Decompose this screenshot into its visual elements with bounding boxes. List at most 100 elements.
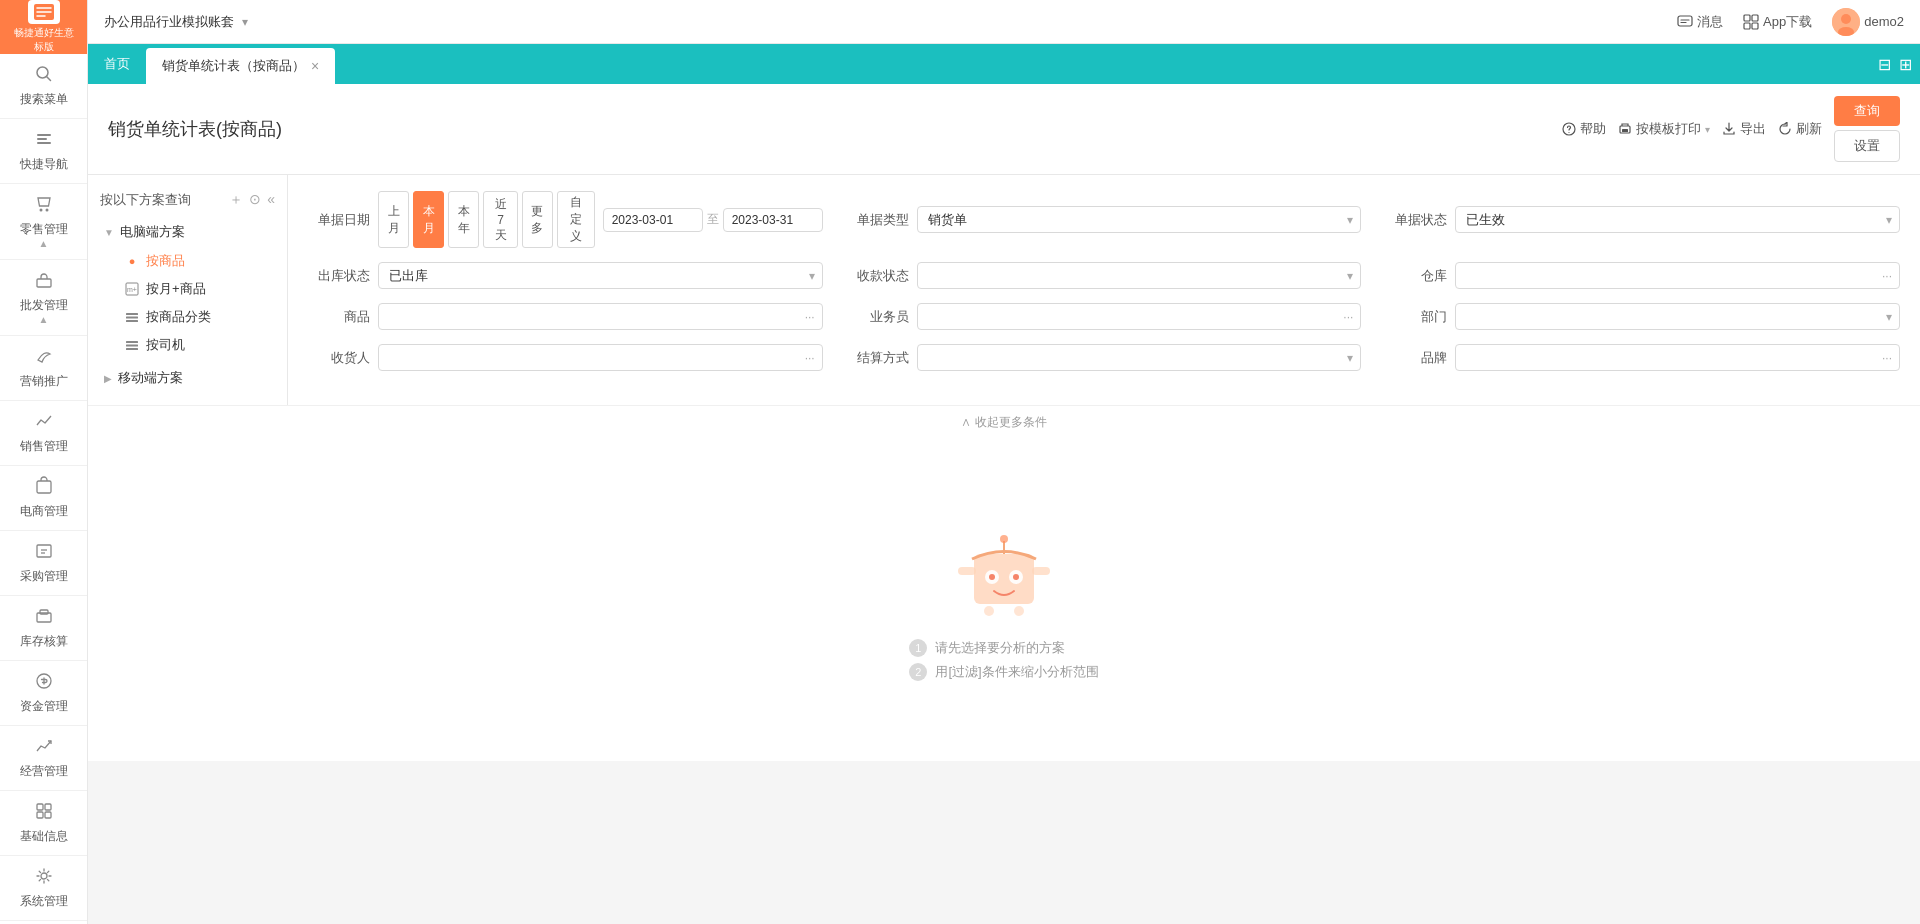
warehouse-dots-icon[interactable]: ··· — [1882, 269, 1892, 283]
svg-line-2 — [46, 77, 50, 81]
add-scheme-icon[interactable]: ＋ — [229, 191, 243, 209]
brand-dots-icon[interactable]: ··· — [1882, 351, 1892, 365]
doc-type-select[interactable]: 销货单 — [917, 206, 1362, 233]
app-logo[interactable]: 畅捷通好生意 标版 — [0, 0, 88, 54]
date-tag-this-year[interactable]: 本年 — [448, 191, 479, 248]
sidebar-item-wholesale[interactable]: 批发管理 ▲ — [0, 260, 88, 336]
tabbar: 首页 销货单统计表（按商品） × ⊟ ⊞ — [88, 44, 1920, 84]
payment-status-input[interactable] — [917, 262, 1362, 289]
receiver-input[interactable] — [378, 344, 823, 371]
export-btn[interactable]: 导出 — [1722, 120, 1766, 138]
salesperson-dots-icon[interactable]: ··· — [1343, 310, 1353, 324]
sidebar-item-purchase[interactable]: 采购管理 — [0, 531, 88, 596]
tab-home-label: 首页 — [104, 55, 130, 73]
date-range: 至 — [603, 208, 823, 232]
tree-item-by-category[interactable]: 按商品分类 — [116, 303, 287, 331]
scheme-collapse-icon[interactable]: « — [267, 191, 275, 209]
tab-minimize-icon[interactable]: ⊟ — [1878, 55, 1891, 74]
tab-close-icon[interactable]: × — [311, 58, 319, 74]
app-download-btn[interactable]: App下载 — [1743, 13, 1812, 31]
by-category-label: 按商品分类 — [146, 308, 211, 326]
sidebar-expand-arrow: ▲ — [39, 238, 49, 249]
date-tag-more[interactable]: 更多 — [522, 191, 553, 248]
date-from-input[interactable] — [603, 208, 703, 232]
date-tag-custom[interactable]: 自定义 — [557, 191, 595, 248]
print-icon — [1618, 122, 1632, 136]
svg-rect-16 — [37, 804, 43, 810]
svg-point-20 — [41, 873, 47, 879]
svg-rect-17 — [45, 804, 51, 810]
sidebar-item-operation[interactable]: 经营管理 — [0, 726, 88, 791]
message-icon — [1677, 14, 1693, 30]
sidebar-item-nav[interactable]: 快捷导航 — [0, 119, 88, 184]
sidebar-item-search[interactable]: 搜索菜单 — [0, 54, 88, 119]
goods-dots-icon[interactable]: ··· — [805, 310, 815, 324]
sidebar-item-finance[interactable]: 资金管理 — [0, 661, 88, 726]
sidebar-item-base[interactable]: 基础信息 — [0, 791, 88, 856]
app-subtitle: 标版 — [34, 40, 54, 54]
tree-mobile-section[interactable]: ▶ 移动端方案 — [88, 363, 287, 393]
date-tag-this-month[interactable]: 本月 — [413, 191, 444, 248]
svg-rect-49 — [126, 313, 138, 315]
svg-rect-37 — [1752, 15, 1758, 21]
by-driver-label: 按司机 — [146, 336, 185, 354]
sidebar-item-inventory[interactable]: 库存核算 — [0, 596, 88, 661]
filter-date: 单据日期 上月 本月 本年 近7天 更多 自定义 — [308, 191, 823, 248]
sidebar-item-system[interactable]: 系统管理 — [0, 856, 88, 921]
industry-dropdown-icon[interactable]: ▾ — [242, 15, 248, 29]
date-tag-7days[interactable]: 近7天 — [483, 191, 518, 248]
svg-rect-18 — [37, 812, 43, 818]
sales-icon — [34, 411, 54, 438]
date-tag-last-month[interactable]: 上月 — [378, 191, 409, 248]
tree-item-by-goods[interactable]: ● 按商品 — [116, 247, 287, 275]
out-status-label: 出库状态 — [308, 267, 378, 285]
svg-rect-38 — [1744, 23, 1750, 29]
doc-status-label: 单据状态 — [1385, 211, 1455, 229]
sidebar-label-retail: 零售管理 — [20, 221, 68, 238]
print-btn[interactable]: 按模板打印 ▾ — [1618, 120, 1710, 138]
message-btn[interactable]: 消息 — [1677, 13, 1723, 31]
svg-rect-4 — [37, 138, 47, 140]
warehouse-input[interactable] — [1455, 262, 1900, 289]
brand-input[interactable] — [1455, 344, 1900, 371]
query-button[interactable]: 查询 — [1834, 96, 1900, 126]
help-btn[interactable]: 帮助 — [1562, 120, 1606, 138]
sidebar-item-retail[interactable]: 零售管理 ▲ — [0, 184, 88, 260]
doc-status-control: 已生效 ▾ — [1455, 206, 1900, 233]
refresh-btn[interactable]: 刷新 — [1778, 120, 1822, 138]
tab-active[interactable]: 销货单统计表（按商品） × — [146, 48, 335, 84]
print-dropdown-icon[interactable]: ▾ — [1705, 124, 1710, 135]
settlement-input[interactable] — [917, 344, 1362, 371]
svg-rect-8 — [37, 279, 51, 287]
doc-status-select[interactable]: 已生效 — [1455, 206, 1900, 233]
tab-home[interactable]: 首页 — [88, 44, 146, 84]
receiver-dots-icon[interactable]: ··· — [805, 351, 815, 365]
goods-input[interactable] — [378, 303, 823, 330]
tree-item-by-driver[interactable]: 按司机 — [116, 331, 287, 359]
out-status-control: 已出库 ▾ — [378, 262, 823, 289]
tree-item-by-month-goods[interactable]: m+ 按月+商品 — [116, 275, 287, 303]
sidebar-item-ecommerce[interactable]: 电商管理 — [0, 466, 88, 531]
sidebar-item-sales[interactable]: 销售管理 — [0, 401, 88, 466]
tree-desktop-label: 电脑端方案 — [120, 223, 185, 241]
scheme-setting-icon[interactable]: ⊙ — [249, 191, 261, 209]
by-driver-icon — [124, 337, 140, 353]
svg-point-58 — [989, 574, 995, 580]
salesperson-input[interactable] — [917, 303, 1362, 330]
date-to-input[interactable] — [723, 208, 823, 232]
svg-rect-3 — [37, 134, 51, 136]
by-month-goods-icon: m+ — [124, 281, 140, 297]
sidebar-item-marketing[interactable]: 营销推广 — [0, 336, 88, 401]
tab-expand-icon[interactable]: ⊞ — [1899, 55, 1912, 74]
collapse-bar[interactable]: ∧ 收起更多条件 — [88, 405, 1920, 439]
message-label: 消息 — [1697, 13, 1723, 31]
tree-expand-arrow: ▼ — [104, 227, 114, 238]
dept-input[interactable] — [1455, 303, 1900, 330]
user-profile[interactable]: demo2 — [1832, 8, 1904, 36]
tree-mobile-label: 移动端方案 — [118, 369, 183, 387]
left-panel: 按以下方案查询 ＋ ⊙ « ▼ 电脑端方案 ● — [88, 175, 288, 405]
setting-button[interactable]: 设置 — [1834, 130, 1900, 162]
svg-point-65 — [1014, 606, 1024, 616]
out-status-select[interactable]: 已出库 — [378, 262, 823, 289]
tree-desktop-section[interactable]: ▼ 电脑端方案 — [88, 217, 287, 247]
